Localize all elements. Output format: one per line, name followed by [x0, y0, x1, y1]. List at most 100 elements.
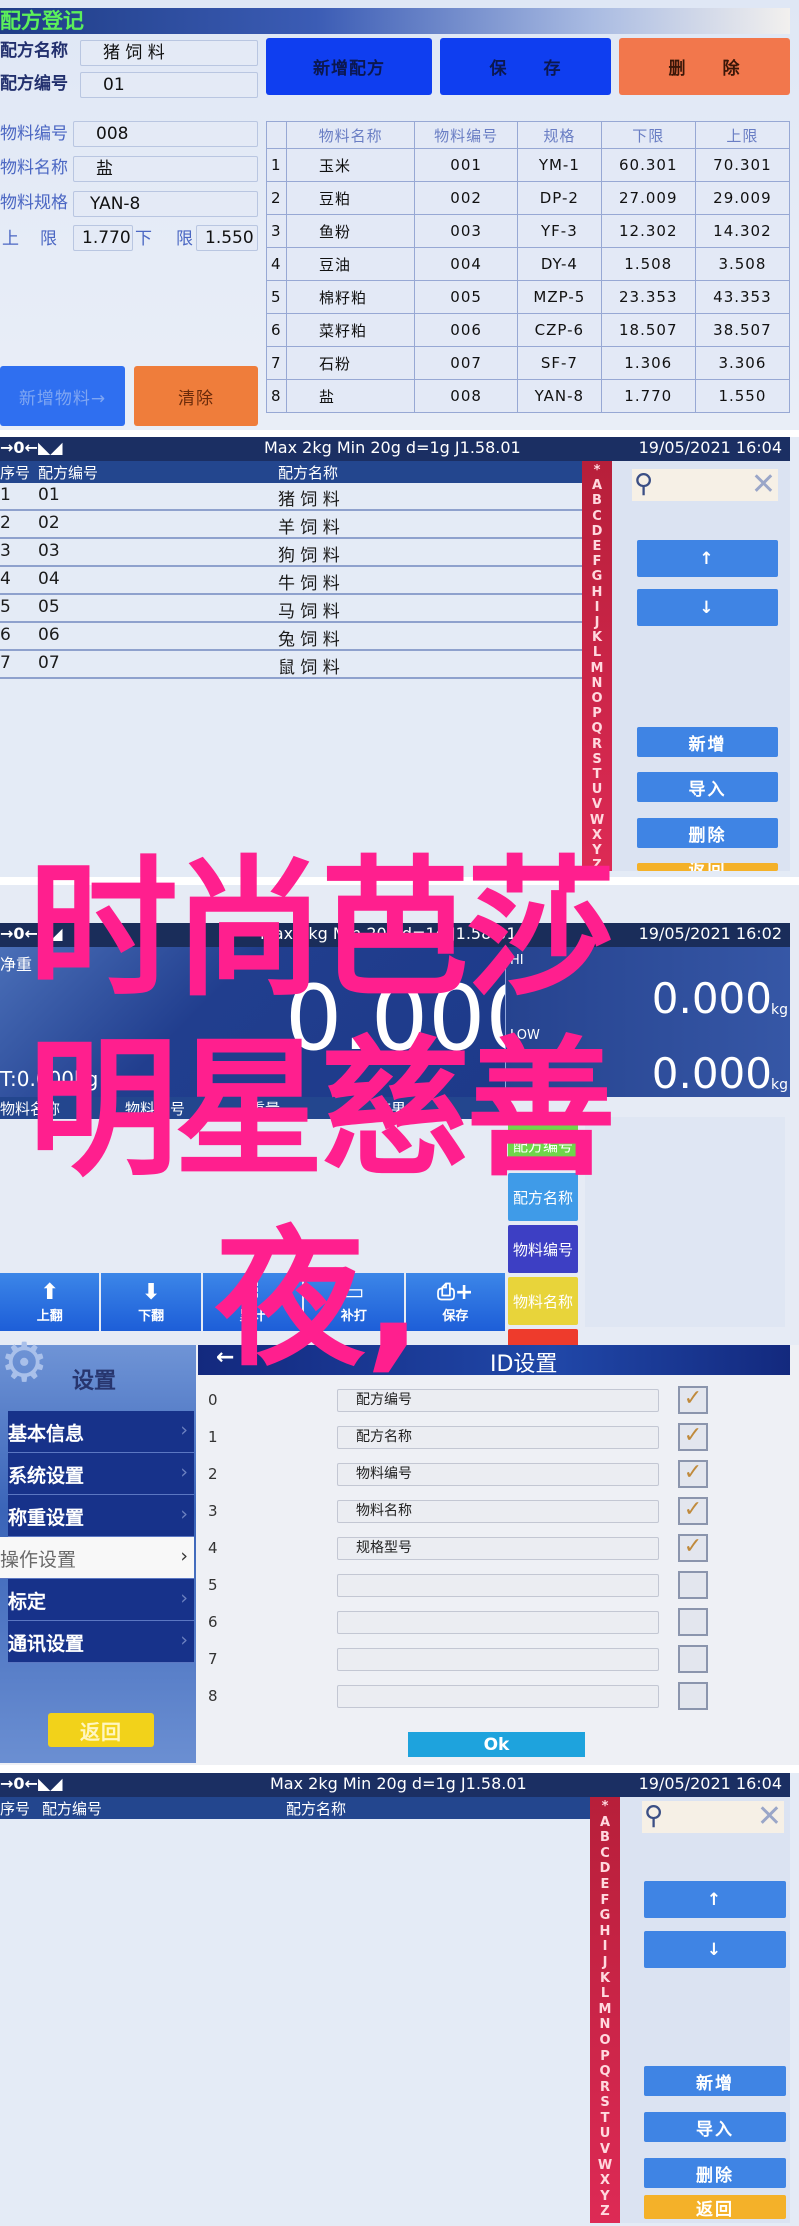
alphabet-letter[interactable]: K	[590, 1971, 620, 1987]
table-row[interactable]: 5 棉籽粕 005 MZP-5 23.353 43.353	[266, 280, 791, 314]
alphabet-letter[interactable]: S	[590, 2095, 620, 2111]
delete-button[interactable]: 删 除	[619, 38, 790, 95]
alphabet-letter[interactable]: R	[582, 737, 612, 752]
alphabet-letter[interactable]: L	[582, 645, 612, 660]
alphabet-index-bar[interactable]: * A B C D E F G H I J K L M N O P Q R S T U V W X Y Z	[582, 461, 612, 873]
id-field[interactable]	[337, 1685, 659, 1708]
settings-menu-item[interactable]: 标定 ›	[8, 1579, 194, 1621]
id-field[interactable]: 物料编号	[337, 1463, 659, 1486]
alphabet-letter[interactable]: W	[590, 2158, 620, 2174]
alphabet-letter[interactable]: U	[582, 782, 612, 797]
scroll-up-button[interactable]: ↑	[644, 1881, 786, 1918]
alphabet-letter[interactable]: K	[582, 630, 612, 645]
alphabet-letter[interactable]: I	[590, 1939, 620, 1955]
clear-search-icon[interactable]: ✕	[751, 467, 776, 502]
id-field[interactable]: 规格型号	[337, 1537, 659, 1560]
import-button[interactable]: 导入	[644, 2112, 786, 2142]
id-field[interactable]	[337, 1611, 659, 1634]
alphabet-letter[interactable]: E	[590, 1877, 620, 1893]
id-field[interactable]: 配方名称	[337, 1426, 659, 1449]
alphabet-letter[interactable]: Z	[582, 858, 612, 873]
list-item[interactable]: 1 01 猪 饲 料	[0, 483, 582, 511]
delete-button[interactable]: 删除	[637, 818, 778, 848]
alphabet-letter[interactable]: N	[590, 2017, 620, 2033]
alphabet-letter[interactable]: T	[590, 2111, 620, 2127]
recipe-code-field[interactable]: 01	[80, 72, 258, 98]
reprint-button[interactable]: ▭ 补打	[304, 1273, 404, 1331]
id-checkbox[interactable]	[678, 1571, 708, 1599]
alphabet-letter[interactable]: C	[590, 1846, 620, 1862]
id-checkbox[interactable]: ✓	[678, 1534, 708, 1562]
alphabet-letter[interactable]: H	[582, 585, 612, 600]
alphabet-letter[interactable]: N	[582, 676, 612, 691]
alphabet-letter[interactable]: L	[590, 1986, 620, 2002]
delete-button[interactable]: 删除	[644, 2158, 786, 2188]
list-item[interactable]: 4 04 牛 饲 料	[0, 567, 582, 595]
page-down-button[interactable]: ⬇ 下翻	[101, 1273, 201, 1331]
save-button[interactable]: 保 存	[440, 38, 611, 95]
alphabet-letter[interactable]: B	[590, 1830, 620, 1846]
alphabet-letter[interactable]: G	[582, 569, 612, 584]
alphabet-letter[interactable]: F	[590, 1893, 620, 1909]
id-field[interactable]: 物料名称	[337, 1500, 659, 1523]
alphabet-letter[interactable]: A	[582, 478, 612, 493]
filter-button[interactable]: 配方编号	[508, 1121, 578, 1169]
filter-button[interactable]: 物料名称	[508, 1277, 578, 1325]
table-row[interactable]: 6 菜籽粕 006 CZP-6 18.507 38.507	[266, 313, 791, 347]
search-input[interactable]: ⚲ ✕	[642, 1799, 784, 1834]
alphabet-letter[interactable]: U	[590, 2126, 620, 2142]
alphabet-letter[interactable]: Q	[590, 2064, 620, 2080]
alphabet-letter[interactable]: M	[582, 661, 612, 676]
alphabet-letter[interactable]: V	[590, 2142, 620, 2158]
clear-search-icon[interactable]: ✕	[757, 1799, 782, 1834]
back-button[interactable]: 返回	[48, 1713, 154, 1747]
lower-limit-field[interactable]: 1.550	[196, 225, 258, 251]
list-item[interactable]: 3 03 狗 饲 料	[0, 539, 582, 567]
new-recipe-button[interactable]: 新增配方	[266, 38, 432, 95]
settings-menu-item[interactable]: 系统设置 ›	[8, 1453, 194, 1495]
recipe-name-field[interactable]: 猪 饲 料	[80, 40, 258, 66]
upper-limit-field[interactable]: 1.770	[73, 225, 133, 251]
alphabet-letter[interactable]: F	[582, 554, 612, 569]
id-checkbox[interactable]: ✓	[678, 1423, 708, 1451]
alphabet-letter[interactable]: B	[582, 493, 612, 508]
alphabet-letter[interactable]: M	[590, 2002, 620, 2018]
alphabet-letter[interactable]: T	[582, 767, 612, 782]
alphabet-letter[interactable]: *	[590, 1799, 620, 1815]
alphabet-letter[interactable]: X	[590, 2173, 620, 2189]
settings-menu-item[interactable]: 通讯设置 ›	[8, 1621, 194, 1663]
table-row[interactable]: 7 石粉 007 SF-7 1.306 3.306	[266, 346, 791, 380]
settings-menu-item[interactable]: 称重设置 ›	[8, 1495, 194, 1537]
alphabet-letter[interactable]: I	[582, 600, 612, 615]
clear-button[interactable]: 清除	[134, 366, 258, 426]
alphabet-letter[interactable]: Z	[590, 2204, 620, 2220]
alphabet-letter[interactable]: Q	[582, 721, 612, 736]
alphabet-letter[interactable]: Y	[582, 843, 612, 858]
id-field[interactable]: 配方编号	[337, 1389, 659, 1412]
accumulate-button[interactable]: ⠿ 累计	[202, 1273, 303, 1331]
alphabet-letter[interactable]: G	[590, 1908, 620, 1924]
table-row[interactable]: 2 豆粕 002 DP-2 27.009 29.009	[266, 181, 791, 215]
alphabet-letter[interactable]: H	[590, 1924, 620, 1940]
alphabet-letter[interactable]: V	[582, 797, 612, 812]
alphabet-letter[interactable]: D	[582, 524, 612, 539]
ok-button[interactable]: Ok	[408, 1732, 585, 1757]
alphabet-letter[interactable]: W	[582, 813, 612, 828]
alphabet-letter[interactable]: A	[590, 1815, 620, 1831]
alphabet-letter[interactable]: O	[590, 2033, 620, 2049]
id-checkbox[interactable]: ✓	[678, 1460, 708, 1488]
back-button[interactable]: 返回	[644, 2195, 786, 2220]
filter-button[interactable]: 配方名称	[508, 1173, 578, 1221]
back-button[interactable]: 返回	[637, 863, 778, 871]
add-button[interactable]: 新增	[637, 727, 778, 757]
add-button[interactable]: 新增	[644, 2066, 786, 2096]
alphabet-letter[interactable]: X	[582, 828, 612, 843]
settings-menu-item[interactable]: 操作设置 ›	[0, 1537, 194, 1579]
scroll-down-button[interactable]: ↓	[637, 589, 778, 626]
list-item[interactable]: 5 05 马 饲 料	[0, 595, 582, 623]
id-checkbox[interactable]: ✓	[678, 1386, 708, 1414]
alphabet-letter[interactable]: D	[590, 1861, 620, 1877]
alphabet-letter[interactable]: O	[582, 691, 612, 706]
id-field[interactable]	[337, 1648, 659, 1671]
table-row[interactable]: 1 玉米 001 YM-1 60.301 70.301	[266, 148, 791, 182]
